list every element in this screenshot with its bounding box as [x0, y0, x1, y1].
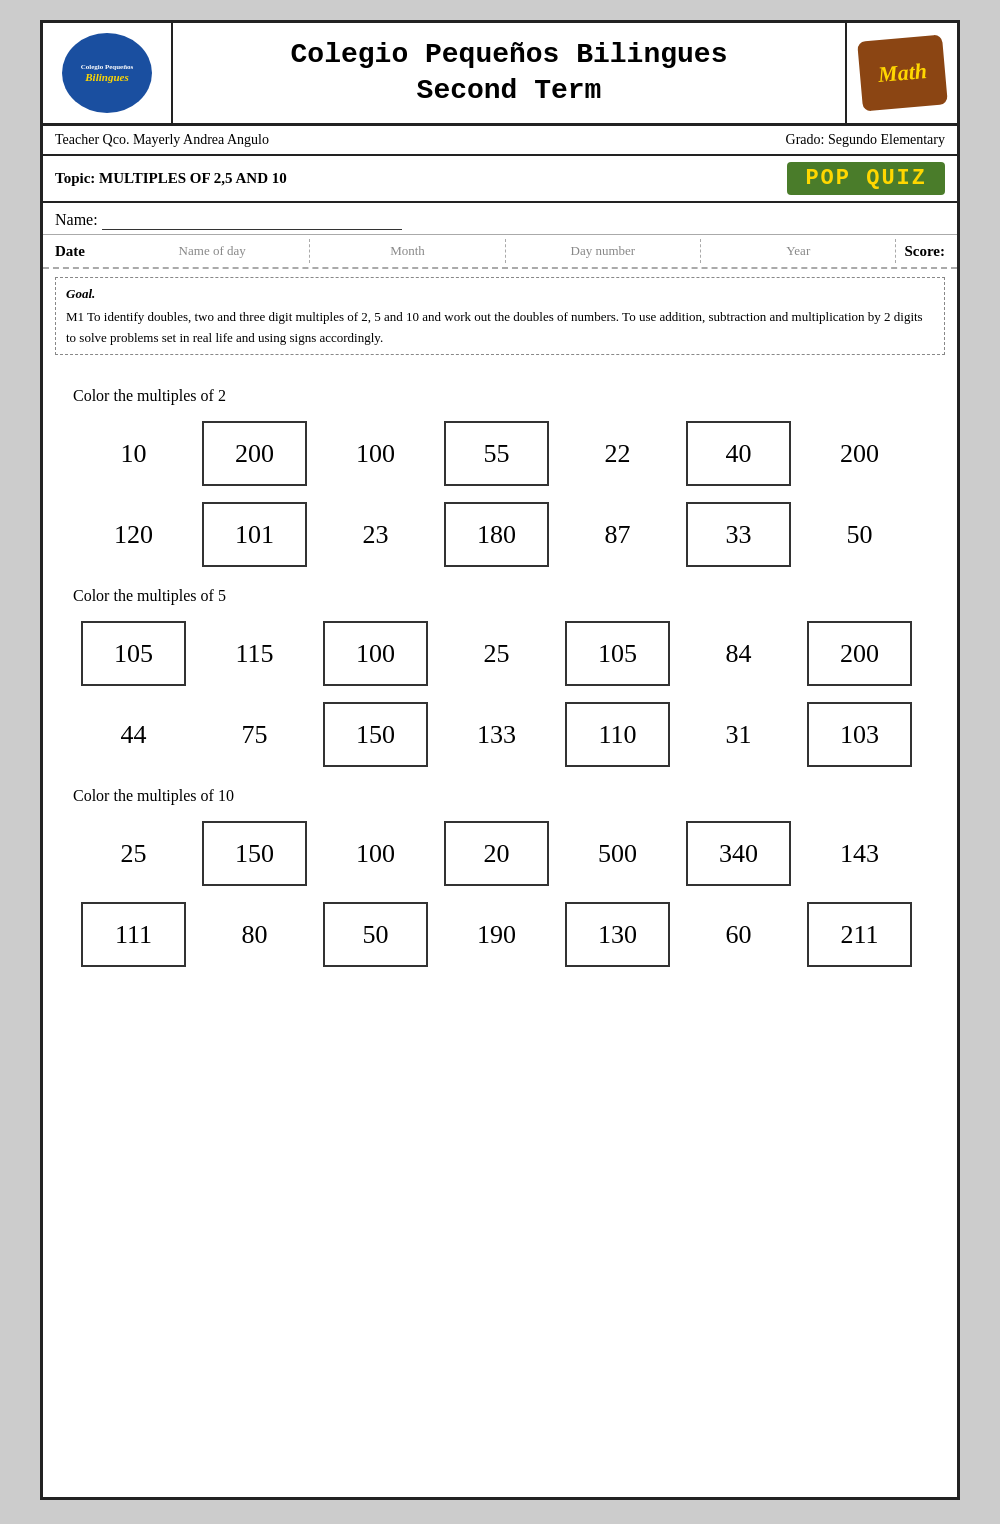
num-340: 340: [686, 821, 791, 886]
name-label: Name:: [55, 211, 98, 228]
num-190: 190: [444, 902, 549, 967]
date-row: Date Name of day Month Day number Year S…: [43, 235, 957, 269]
section-title-5: Color the multiples of 5: [73, 587, 927, 605]
num-120: 120: [81, 502, 186, 567]
date-label: Date: [55, 243, 115, 260]
num-50b: 50: [323, 902, 428, 967]
school-logo: Colegio Pequeños Bilingues: [43, 23, 173, 123]
num-101: 101: [202, 502, 307, 567]
num-105a: 105: [81, 621, 186, 686]
num-23: 23: [323, 502, 428, 567]
num-180: 180: [444, 502, 549, 567]
num-25b: 25: [81, 821, 186, 886]
multiples-2-row-2: 120 101 23 180 87 33 50: [73, 496, 927, 573]
num-100c: 100: [323, 821, 428, 886]
section-multiples-10: Color the multiples of 10 25 150 100 20 …: [73, 787, 927, 973]
num-50a: 50: [807, 502, 912, 567]
content: Color the multiples of 2 10 200 100 55 2…: [43, 363, 957, 987]
num-200c: 200: [807, 621, 912, 686]
num-87: 87: [565, 502, 670, 567]
num-100a: 100: [323, 421, 428, 486]
pop-quiz-badge: POP QUIZ: [787, 162, 945, 195]
num-25a: 25: [444, 621, 549, 686]
logo-top-text: Colegio Pequeños: [81, 63, 134, 71]
num-33: 33: [686, 502, 791, 567]
section-title-10: Color the multiples of 10: [73, 787, 927, 805]
num-40: 40: [686, 421, 791, 486]
num-31: 31: [686, 702, 791, 767]
num-110: 110: [565, 702, 670, 767]
date-field-month[interactable]: Month: [310, 239, 505, 263]
num-105b: 105: [565, 621, 670, 686]
topic-row: Topic: MULTIPLES OF 2,5 AND 10 POP QUIZ: [43, 156, 957, 203]
num-150b: 150: [202, 821, 307, 886]
multiples-5-row-2: 44 75 150 133 110 31 103: [73, 696, 927, 773]
num-133: 133: [444, 702, 549, 767]
num-60: 60: [686, 902, 791, 967]
date-field-day[interactable]: Name of day: [115, 239, 310, 263]
num-22: 22: [565, 421, 670, 486]
score-label: Score:: [896, 243, 945, 260]
num-143: 143: [807, 821, 912, 886]
num-115: 115: [202, 621, 307, 686]
num-20: 20: [444, 821, 549, 886]
date-field-daynumber[interactable]: Day number: [506, 239, 701, 263]
num-75: 75: [202, 702, 307, 767]
num-111: 111: [81, 902, 186, 967]
section-title-2: Color the multiples of 2: [73, 387, 927, 405]
school-title: Colegio Pequeños Bilingues Second Term: [173, 23, 847, 123]
multiples-10-row-2: 111 80 50 190 130 60 211: [73, 896, 927, 973]
math-logo: Math: [847, 23, 957, 123]
num-100b: 100: [323, 621, 428, 686]
num-103: 103: [807, 702, 912, 767]
header: Colegio Pequeños Bilingues Colegio Peque…: [43, 23, 957, 126]
num-44: 44: [81, 702, 186, 767]
num-130: 130: [565, 902, 670, 967]
num-200b: 200: [807, 421, 912, 486]
page: Colegio Pequeños Bilingues Colegio Peque…: [40, 20, 960, 1500]
goal-section: Goal. M1 To identify doubles, two and th…: [55, 277, 945, 355]
num-150a: 150: [323, 702, 428, 767]
num-55: 55: [444, 421, 549, 486]
section-multiples-2: Color the multiples of 2 10 200 100 55 2…: [73, 387, 927, 573]
section-multiples-5: Color the multiples of 5 105 115 100 25 …: [73, 587, 927, 773]
num-10: 10: [81, 421, 186, 486]
name-row: Name:: [43, 203, 957, 235]
num-200a: 200: [202, 421, 307, 486]
goal-text: M1 To identify doubles, two and three di…: [66, 307, 934, 349]
num-211: 211: [807, 902, 912, 967]
teacher-row: Teacher Qco. Mayerly Andrea Angulo Grado…: [43, 126, 957, 156]
name-underline: [102, 211, 402, 230]
num-84: 84: [686, 621, 791, 686]
multiples-2-row-1: 10 200 100 55 22 40 200: [73, 415, 927, 492]
school-name: Colegio Pequeños Bilingues Second Term: [291, 37, 728, 110]
multiples-5-row-1: 105 115 100 25 105 84 200: [73, 615, 927, 692]
math-badge: Math: [857, 34, 948, 111]
logo-bilingues-text: Bilingues: [81, 71, 134, 83]
goal-title: Goal.: [66, 284, 934, 305]
num-80: 80: [202, 902, 307, 967]
date-field-year[interactable]: Year: [701, 239, 896, 263]
teacher-label: Teacher Qco. Mayerly Andrea Angulo: [55, 132, 786, 148]
topic-label: Topic: MULTIPLES OF 2,5 AND 10: [55, 170, 787, 187]
num-500: 500: [565, 821, 670, 886]
grado-label: Grado: Segundo Elementary: [786, 132, 945, 148]
multiples-10-row-1: 25 150 100 20 500 340 143: [73, 815, 927, 892]
